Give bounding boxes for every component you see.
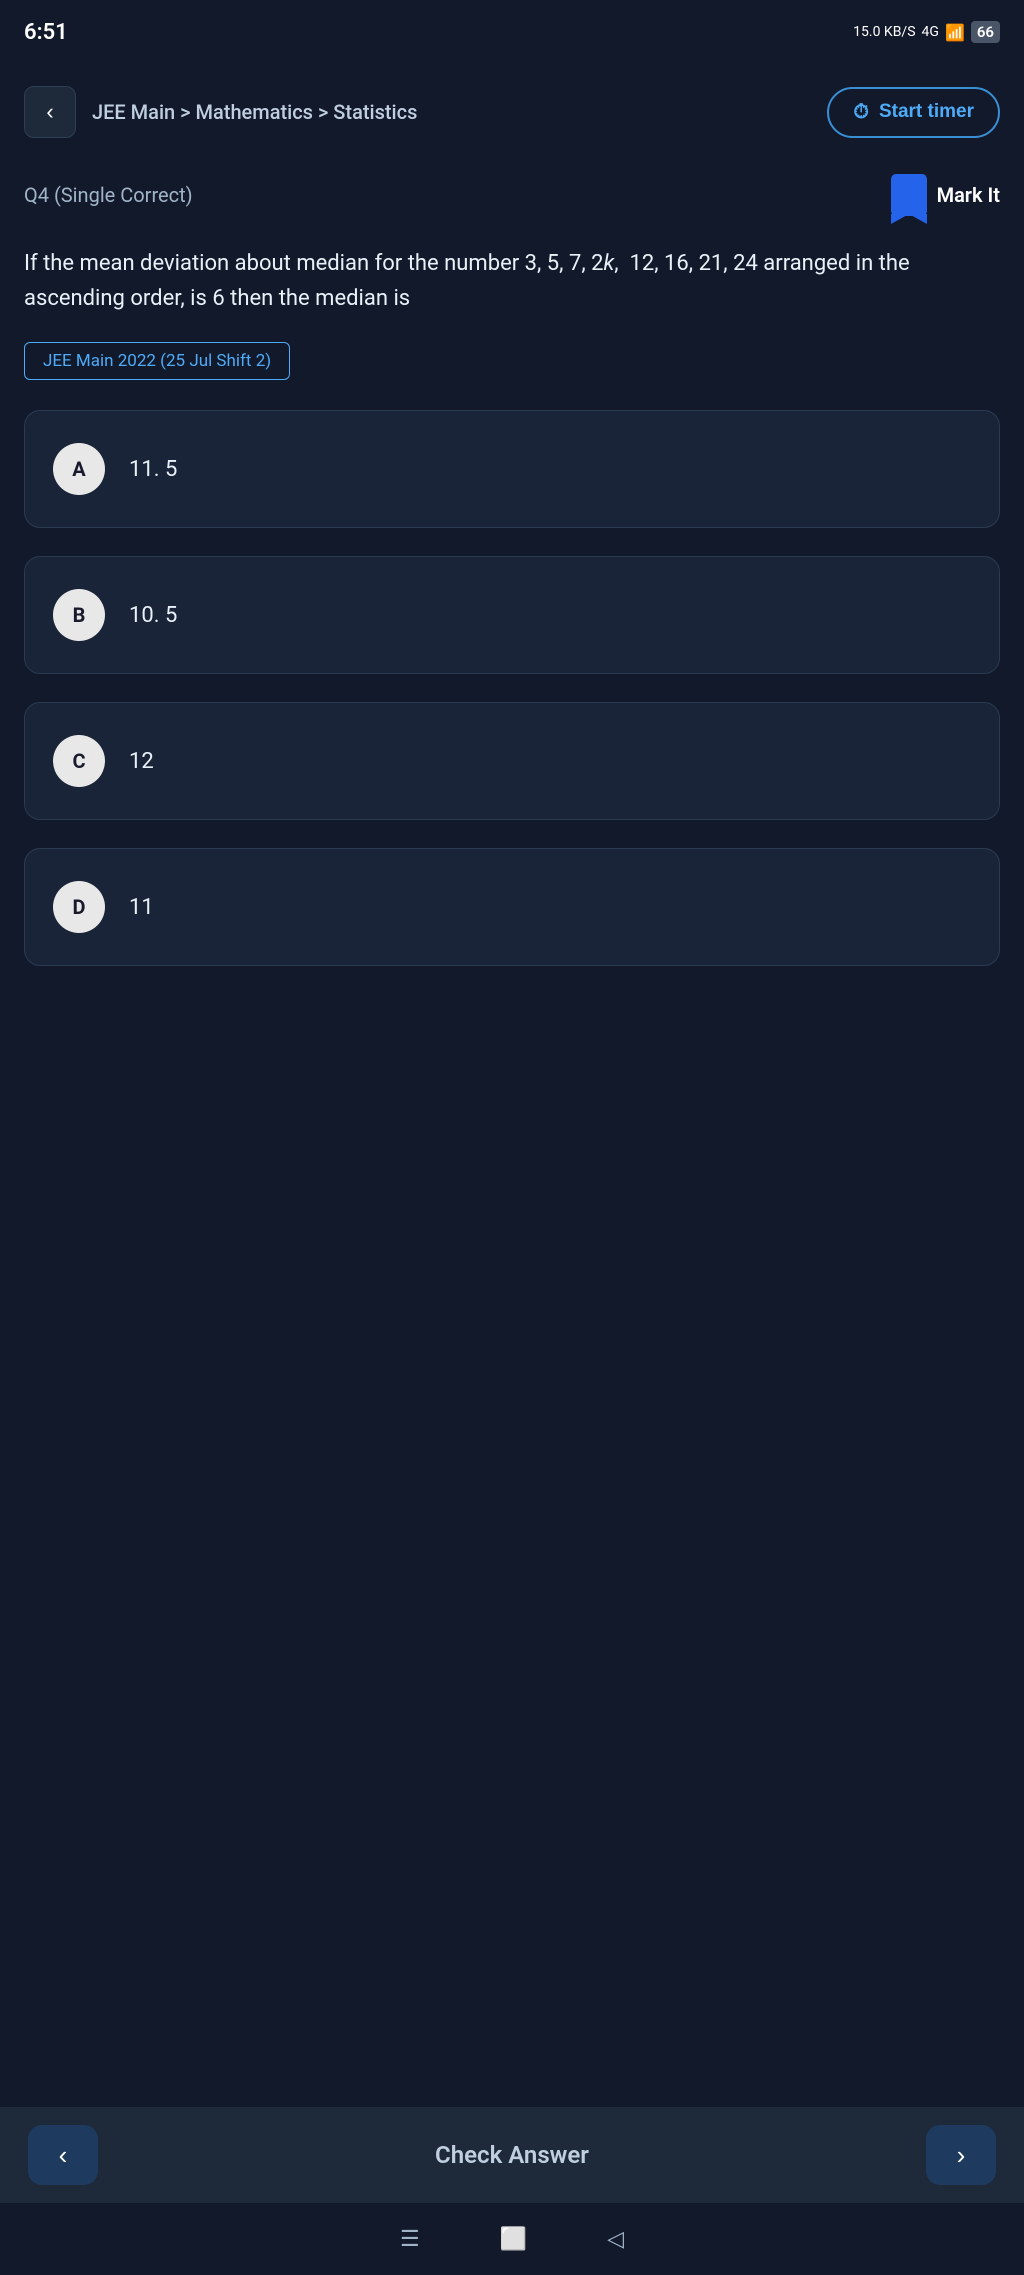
- exam-tag[interactable]: JEE Main 2022 (25 Jul Shift 2): [24, 342, 290, 380]
- question-text: If the mean deviation about median for t…: [24, 251, 910, 311]
- option-c-text: 12: [129, 749, 154, 774]
- status-icons: 15.0 KB/S 4G 📶 66: [853, 21, 1000, 43]
- option-d-letter: D: [73, 895, 86, 919]
- option-a-circle: A: [53, 443, 105, 495]
- mark-it-label: Mark It: [937, 183, 1000, 207]
- home-icon[interactable]: ⬜: [500, 2227, 527, 2252]
- option-c-letter: C: [72, 749, 85, 773]
- option-a-letter: A: [72, 457, 85, 481]
- option-b-circle: B: [53, 589, 105, 641]
- next-button[interactable]: ›: [926, 2125, 996, 2185]
- bottom-bar: ‹ Check Answer ›: [0, 2107, 1024, 2203]
- navigation-bar: ‹ JEE Main > Mathematics > Statistics ⏱ …: [0, 70, 1024, 154]
- network-speed: 15.0 KB/S: [853, 24, 915, 40]
- next-arrow-icon: ›: [957, 2140, 966, 2171]
- question-body: If the mean deviation about median for t…: [0, 226, 1024, 332]
- option-b-text: 10. 5: [129, 603, 177, 628]
- option-b-letter: B: [73, 603, 86, 627]
- back-button[interactable]: ‹: [24, 86, 76, 138]
- prev-arrow-icon: ‹: [59, 2140, 68, 2171]
- prev-button[interactable]: ‹: [28, 2125, 98, 2185]
- nav-left: ‹ JEE Main > Mathematics > Statistics: [24, 86, 417, 138]
- bookmark-icon: [891, 174, 927, 216]
- option-c-circle: C: [53, 735, 105, 787]
- option-d[interactable]: D 11: [24, 848, 1000, 966]
- option-b[interactable]: B 10. 5: [24, 556, 1000, 674]
- question-header: Q4 (Single Correct) Mark It: [0, 154, 1024, 226]
- timer-icon: ⏱: [853, 101, 869, 124]
- mark-it-button[interactable]: Mark It: [891, 174, 1000, 216]
- status-time: 6:51: [24, 20, 68, 45]
- menu-icon[interactable]: ☰: [400, 2227, 420, 2252]
- status-bar: 6:51 15.0 KB/S 4G 📶 66: [0, 0, 1024, 60]
- network-type: 4G: [922, 24, 939, 40]
- back-icon: ‹: [46, 99, 53, 125]
- question-label: Q4 (Single Correct): [24, 183, 193, 207]
- system-nav-bar: ☰ ⬜ ◁: [0, 2203, 1024, 2275]
- signal-icon: 📶: [945, 23, 965, 42]
- breadcrumb: JEE Main > Mathematics > Statistics: [92, 100, 417, 124]
- options-container: A 11. 5 B 10. 5 C 12 D 11: [0, 410, 1024, 966]
- tag-container: JEE Main 2022 (25 Jul Shift 2): [0, 332, 1024, 410]
- option-c[interactable]: C 12: [24, 702, 1000, 820]
- timer-label: Start timer: [879, 101, 974, 123]
- start-timer-button[interactable]: ⏱ Start timer: [827, 87, 1000, 138]
- option-a[interactable]: A 11. 5: [24, 410, 1000, 528]
- battery-level: 66: [971, 21, 1000, 43]
- option-d-text: 11: [129, 895, 154, 920]
- option-d-circle: D: [53, 881, 105, 933]
- check-answer-label: Check Answer: [435, 2141, 589, 2169]
- option-a-text: 11. 5: [129, 457, 177, 482]
- back-system-icon[interactable]: ◁: [607, 2227, 624, 2252]
